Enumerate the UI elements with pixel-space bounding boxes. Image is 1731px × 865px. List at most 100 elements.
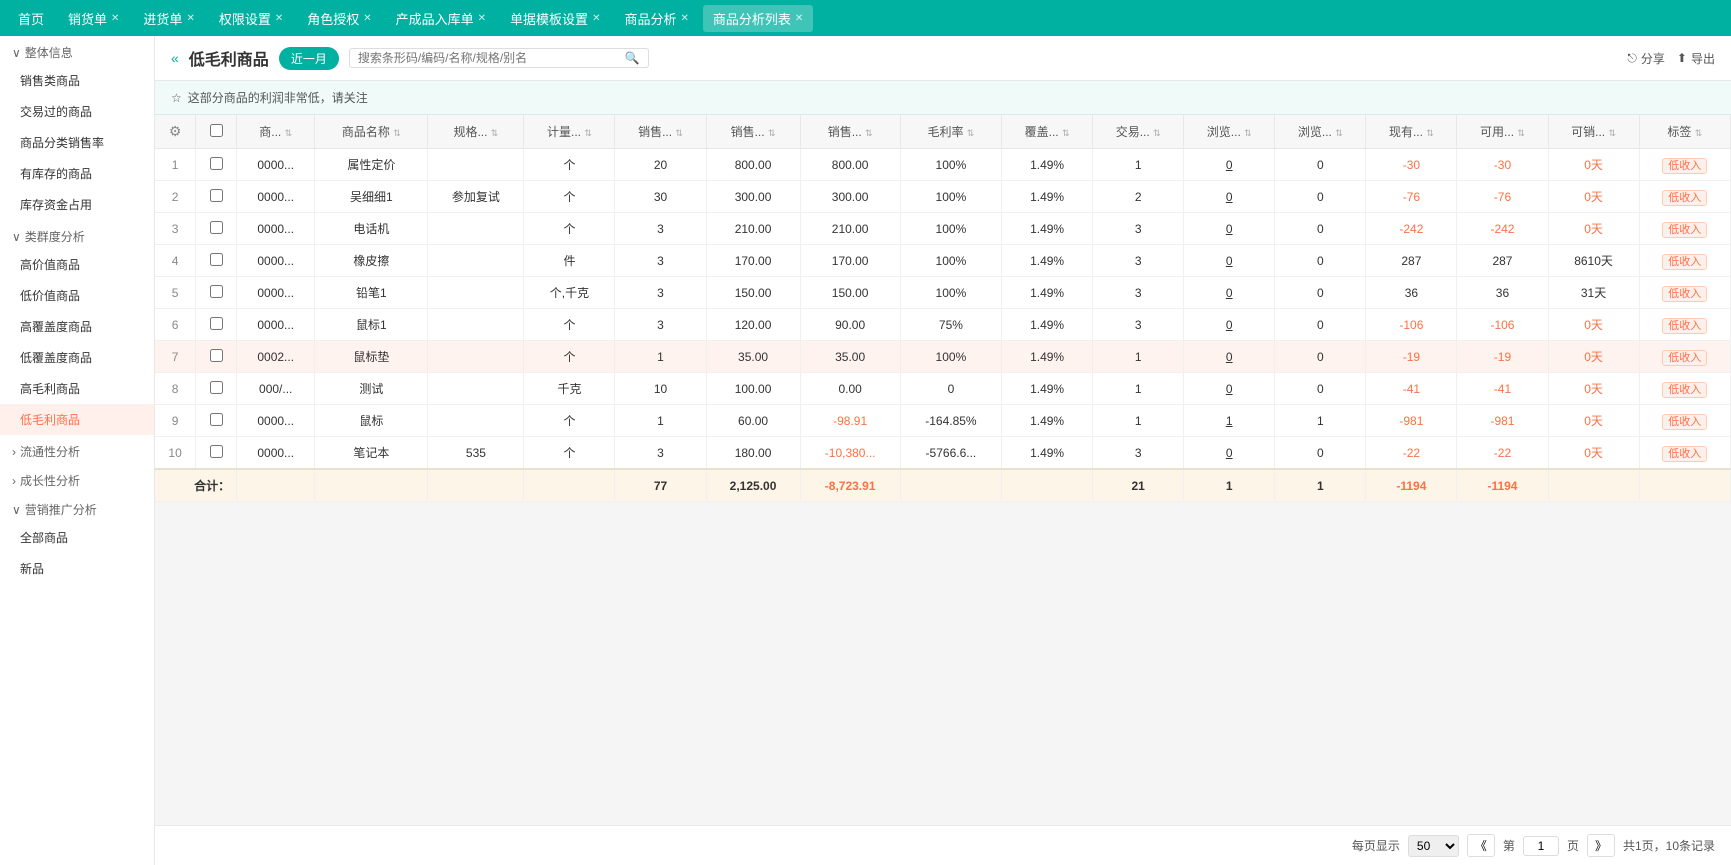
cell-checkbox[interactable]: [196, 181, 237, 213]
sidebar-item-high-coverage[interactable]: 高覆盖度商品: [0, 311, 154, 342]
sidebar-item-high-gross[interactable]: 高毛利商品: [0, 373, 154, 404]
nav-role[interactable]: 角色授权 ✕: [297, 5, 381, 32]
nav-analysis-list[interactable]: 商品分析列表 ✕: [703, 5, 813, 32]
col-view1[interactable]: 浏览... ⇅: [1184, 115, 1275, 149]
filter-recent-month-button[interactable]: 近一月: [279, 47, 339, 70]
col-available-stock[interactable]: 可用... ⇅: [1457, 115, 1548, 149]
sidebar-item-low-coverage[interactable]: 低覆盖度商品: [0, 342, 154, 373]
cell-view1[interactable]: 0: [1184, 213, 1275, 245]
nav-role-close[interactable]: ✕: [363, 13, 371, 24]
row-checkbox[interactable]: [210, 253, 223, 266]
nav-product-in[interactable]: 产成品入库单 ✕: [386, 5, 496, 32]
col-spec[interactable]: 规格... ⇅: [428, 115, 524, 149]
table-container[interactable]: ⚙ 商... ⇅ 商品名称 ⇅ 规格... ⇅ 计量... ⇅ 销售... ⇅ …: [155, 115, 1731, 825]
settings-icon[interactable]: ⚙: [169, 123, 182, 139]
nav-permission-close[interactable]: ✕: [275, 13, 283, 24]
sidebar-item-category-rate[interactable]: 商品分类销售率: [0, 127, 154, 158]
row-checkbox[interactable]: [210, 317, 223, 330]
cell-checkbox[interactable]: [196, 437, 237, 470]
col-name[interactable]: 商品名称 ⇅: [315, 115, 428, 149]
cell-view1[interactable]: 1: [1184, 405, 1275, 437]
sidebar-group-marketing[interactable]: ∨ 营销推广分析: [0, 493, 154, 522]
col-code[interactable]: 商... ⇅: [237, 115, 315, 149]
sidebar-item-traded-goods[interactable]: 交易过的商品: [0, 96, 154, 127]
col-sales-amount[interactable]: 销售... ⇅: [800, 115, 900, 149]
sidebar-item-high-value[interactable]: 高价值商品: [0, 249, 154, 280]
col-unit[interactable]: 计量... ⇅: [524, 115, 615, 149]
cell-view1[interactable]: 0: [1184, 309, 1275, 341]
nav-permission[interactable]: 权限设置 ✕: [209, 5, 293, 32]
sidebar-item-low-gross[interactable]: 低毛利商品: [0, 404, 154, 435]
cell-view1[interactable]: 0: [1184, 277, 1275, 309]
sidebar-group-cluster[interactable]: ∨ 类群度分析: [0, 220, 154, 249]
search-input[interactable]: [358, 51, 625, 65]
row-checkbox[interactable]: [210, 413, 223, 426]
cell-checkbox[interactable]: [196, 277, 237, 309]
col-tag[interactable]: 标签 ⇅: [1639, 115, 1730, 149]
page-size-select[interactable]: 50 100 200: [1408, 835, 1459, 857]
sidebar-item-new-goods[interactable]: 新品: [0, 553, 154, 584]
col-sales-price[interactable]: 销售... ⇅: [706, 115, 800, 149]
nav-product-analysis[interactable]: 商品分析 ✕: [614, 5, 698, 32]
cell-checkbox[interactable]: [196, 341, 237, 373]
cell-view1[interactable]: 0: [1184, 341, 1275, 373]
cell-spec: [428, 405, 524, 437]
sidebar-item-stock-goods[interactable]: 有库存的商品: [0, 158, 154, 189]
col-gear[interactable]: ⚙: [155, 115, 196, 149]
row-checkbox[interactable]: [210, 285, 223, 298]
cell-checkbox[interactable]: [196, 245, 237, 277]
sidebar-group-circulation[interactable]: › 流通性分析: [0, 435, 154, 464]
cell-checkbox[interactable]: [196, 373, 237, 405]
cell-sales-amount: 90.00: [800, 309, 900, 341]
sidebar-item-low-value[interactable]: 低价值商品: [0, 280, 154, 311]
col-coverage[interactable]: 覆盖... ⇅: [1002, 115, 1093, 149]
nav-template-close[interactable]: ✕: [592, 13, 600, 24]
sidebar-collapse-icon[interactable]: «: [171, 50, 179, 66]
cell-gear: 4: [155, 245, 196, 277]
nav-home[interactable]: 首页: [8, 5, 54, 32]
page-number-input[interactable]: [1523, 836, 1559, 856]
sidebar-item-sales-goods[interactable]: 销售类商品: [0, 65, 154, 96]
next-page-button[interactable]: 》: [1587, 834, 1615, 857]
export-button[interactable]: ⬆ 导出: [1677, 50, 1715, 67]
row-checkbox[interactable]: [210, 349, 223, 362]
cell-view1[interactable]: 0: [1184, 373, 1275, 405]
totals-sales-amount: -8,723.91: [800, 469, 900, 502]
cell-view1[interactable]: 0: [1184, 181, 1275, 213]
col-current-stock[interactable]: 现有... ⇅: [1366, 115, 1457, 149]
row-checkbox[interactable]: [210, 221, 223, 234]
col-sellable-days[interactable]: 可销... ⇅: [1548, 115, 1639, 149]
cell-view1[interactable]: 0: [1184, 149, 1275, 181]
prev-page-button[interactable]: 《: [1467, 834, 1495, 857]
row-checkbox[interactable]: [210, 189, 223, 202]
nav-sales[interactable]: 销货单 ✕: [58, 5, 129, 32]
row-checkbox[interactable]: [210, 157, 223, 170]
sidebar-item-all-goods[interactable]: 全部商品: [0, 522, 154, 553]
nav-product-analysis-close[interactable]: ✕: [680, 13, 688, 24]
row-checkbox[interactable]: [210, 445, 223, 458]
nav-purchase-close[interactable]: ✕: [186, 13, 194, 24]
nav-product-in-close[interactable]: ✕: [478, 13, 486, 24]
cell-checkbox[interactable]: [196, 213, 237, 245]
col-view2[interactable]: 浏览... ⇅: [1275, 115, 1366, 149]
row-checkbox[interactable]: [210, 381, 223, 394]
col-trade-count[interactable]: 交易... ⇅: [1093, 115, 1184, 149]
nav-template[interactable]: 单据模板设置 ✕: [500, 5, 610, 32]
share-button[interactable]: ⎋ 分享: [1627, 50, 1665, 67]
nav-analysis-list-close[interactable]: ✕: [795, 13, 803, 24]
search-icon[interactable]: 🔍: [625, 51, 640, 65]
col-sales-qty[interactable]: 销售... ⇅: [615, 115, 706, 149]
sidebar-item-capital-occupy[interactable]: 库存资金占用: [0, 189, 154, 220]
sidebar-group-overall[interactable]: ∨ 整体信息: [0, 36, 154, 65]
nav-sales-close[interactable]: ✕: [111, 13, 119, 24]
select-all-checkbox[interactable]: [210, 124, 223, 137]
cell-view1[interactable]: 0: [1184, 245, 1275, 277]
cell-checkbox[interactable]: [196, 309, 237, 341]
nav-purchase[interactable]: 进货单 ✕: [133, 5, 204, 32]
cell-checkbox[interactable]: [196, 405, 237, 437]
sidebar-group-growth[interactable]: › 成长性分析: [0, 464, 154, 493]
col-gross-rate[interactable]: 毛利率 ⇅: [900, 115, 1001, 149]
cell-checkbox[interactable]: [196, 149, 237, 181]
col-checkbox[interactable]: [196, 115, 237, 149]
cell-view1[interactable]: 0: [1184, 437, 1275, 470]
